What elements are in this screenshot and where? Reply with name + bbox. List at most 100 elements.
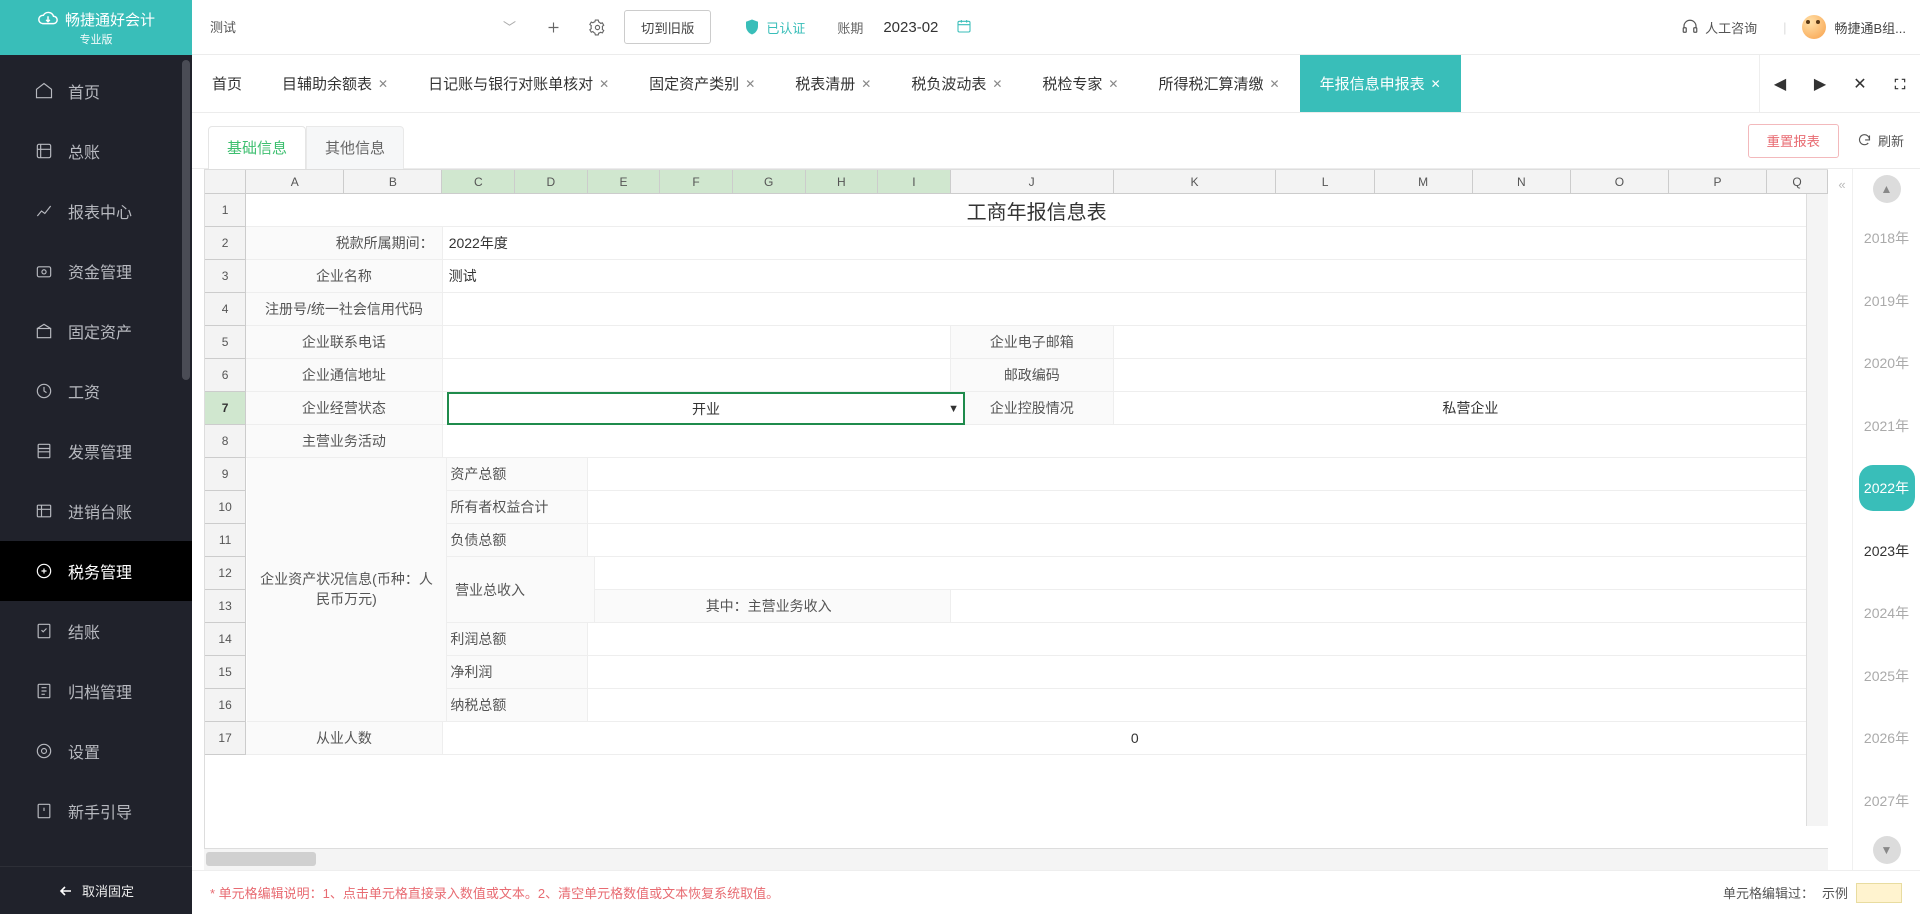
year-prev-button[interactable]: ▲ — [1873, 175, 1901, 203]
row-header-15[interactable]: 15 — [205, 656, 246, 689]
row-header-10[interactable]: 10 — [205, 491, 246, 524]
year-2018年[interactable]: 2018年 — [1859, 215, 1915, 261]
sidebar-item-2[interactable]: 报表中心 — [0, 181, 192, 241]
sidebar-scrollbar[interactable] — [182, 60, 190, 864]
row-header-4[interactable]: 4 — [205, 293, 246, 326]
year-2024年[interactable]: 2024年 — [1859, 590, 1915, 636]
tab-6[interactable]: 所得税汇算清缴✕ — [1138, 55, 1299, 112]
reset-button[interactable]: 重置报表 — [1748, 124, 1839, 158]
cell[interactable]: 注册号/统一社会信用代码 — [246, 293, 442, 326]
year-2023年[interactable]: 2023年 — [1859, 528, 1915, 574]
close-icon[interactable]: ✕ — [745, 77, 755, 91]
year-next-button[interactable]: ▼ — [1873, 836, 1901, 864]
spreadsheet[interactable]: ABCDEFGHIJKLMNOPQ1工商年报信息表2税款所属期间：2022年度3… — [192, 169, 1832, 870]
sidebar-item-1[interactable]: 总账 — [0, 121, 192, 181]
col-header-M[interactable]: M — [1375, 170, 1473, 193]
col-header-E[interactable]: E — [588, 170, 661, 193]
settings-button[interactable] — [580, 10, 614, 44]
calendar-icon[interactable] — [956, 18, 972, 37]
refresh-button[interactable]: 刷新 — [1857, 131, 1904, 150]
row-header-7[interactable]: 7 — [205, 392, 246, 425]
cell[interactable]: 2022年度 — [443, 227, 1828, 260]
close-icon[interactable]: ✕ — [1270, 77, 1280, 91]
row-header-16[interactable]: 16 — [205, 689, 246, 722]
year-2022年[interactable]: 2022年 — [1859, 465, 1915, 511]
row-header-14[interactable]: 14 — [205, 623, 246, 656]
sidebar-item-12[interactable]: 新手引导 — [0, 781, 192, 841]
add-button[interactable] — [536, 10, 570, 44]
row-header-1[interactable]: 1 — [205, 194, 246, 227]
row-header-17[interactable]: 17 — [205, 722, 246, 755]
cell[interactable] — [588, 524, 1828, 557]
tab-5[interactable]: 税检专家✕ — [1022, 55, 1138, 112]
cell[interactable]: 企业通信地址 — [246, 359, 442, 392]
cell[interactable]: 企业联系电话 — [246, 326, 442, 359]
tab-close-button[interactable]: ✕ — [1840, 55, 1880, 112]
cell[interactable]: 企业控股情况 — [951, 392, 1114, 425]
col-header-B[interactable]: B — [344, 170, 442, 193]
sidebar-item-9[interactable]: 结账 — [0, 601, 192, 661]
close-icon[interactable]: ✕ — [599, 77, 609, 91]
cell[interactable] — [1114, 326, 1828, 359]
user-menu[interactable]: 畅捷通B组... — [1802, 15, 1906, 39]
tab-2[interactable]: 固定资产类别✕ — [629, 55, 775, 112]
sidebar-item-0[interactable]: 首页 — [0, 61, 192, 121]
sidebar-item-10[interactable]: 归档管理 — [0, 661, 192, 721]
cell[interactable] — [443, 326, 951, 359]
cell[interactable] — [443, 425, 1828, 458]
cell[interactable] — [588, 491, 1828, 524]
cell[interactable] — [588, 656, 1828, 689]
cell[interactable] — [588, 557, 1828, 590]
row-header-2[interactable]: 2 — [205, 227, 246, 260]
row-header-5[interactable]: 5 — [205, 326, 246, 359]
year-2021年[interactable]: 2021年 — [1859, 403, 1915, 449]
sidebar-item-3[interactable]: 资金管理 — [0, 241, 192, 301]
period-value[interactable]: 2023-02 — [883, 19, 938, 36]
cell[interactable]: 0 — [443, 722, 1828, 755]
sidebar-item-5[interactable]: 工资 — [0, 361, 192, 421]
cell[interactable] — [588, 689, 1828, 722]
year-2027年[interactable]: 2027年 — [1859, 778, 1915, 824]
select-all-cell[interactable] — [205, 170, 246, 193]
col-header-H[interactable]: H — [806, 170, 879, 193]
col-header-D[interactable]: D — [515, 170, 588, 193]
cell[interactable]: 邮政编码 — [951, 359, 1114, 392]
year-2019年[interactable]: 2019年 — [1859, 278, 1915, 324]
cell[interactable]: 企业名称 — [246, 260, 442, 293]
sidebar-pin-button[interactable]: 取消固定 — [0, 866, 192, 914]
col-header-C[interactable]: C — [442, 170, 515, 193]
col-header-J[interactable]: J — [951, 170, 1114, 193]
row-header-6[interactable]: 6 — [205, 359, 246, 392]
company-selector[interactable]: 测试 ﹀ — [206, 9, 526, 45]
row-header-8[interactable]: 8 — [205, 425, 246, 458]
tab-home[interactable]: 首页 — [192, 55, 262, 112]
consult-button[interactable]: 人工咨询 — [1681, 18, 1757, 37]
col-header-L[interactable]: L — [1276, 170, 1374, 193]
cell[interactable]: 测试 — [443, 260, 1828, 293]
cell[interactable] — [443, 293, 1828, 326]
row-header-3[interactable]: 3 — [205, 260, 246, 293]
row-header-11[interactable]: 11 — [205, 524, 246, 557]
cell[interactable]: 负债总额 — [442, 524, 587, 557]
year-2020年[interactable]: 2020年 — [1859, 340, 1915, 386]
col-header-P[interactable]: P — [1669, 170, 1767, 193]
cell[interactable]: 企业经营状态 — [246, 392, 442, 425]
tab-4[interactable]: 税负波动表✕ — [891, 55, 1022, 112]
cell[interactable]: 其中：主营业务收入 — [588, 590, 951, 623]
close-icon[interactable]: ✕ — [861, 77, 871, 91]
tab-0[interactable]: 目辅助余额表✕ — [262, 55, 408, 112]
cell[interactable]: 私营企业 — [1114, 392, 1828, 425]
cell[interactable]: 企业电子邮箱 — [951, 326, 1114, 359]
sidebar-item-7[interactable]: 进销台账 — [0, 481, 192, 541]
year-2026年[interactable]: 2026年 — [1859, 715, 1915, 761]
close-icon[interactable]: ✕ — [378, 77, 388, 91]
cell[interactable]: 税款所属期间： — [246, 227, 442, 260]
col-header-K[interactable]: K — [1114, 170, 1277, 193]
tab-3[interactable]: 税表清册✕ — [775, 55, 891, 112]
row-header-13[interactable]: 13 — [205, 590, 246, 623]
cell[interactable] — [443, 359, 951, 392]
year-rail-collapse[interactable]: « — [1832, 169, 1852, 870]
tab-prev-button[interactable]: ◀ — [1760, 55, 1800, 112]
subtab-other[interactable]: 其他信息 — [306, 126, 404, 170]
old-version-button[interactable]: 切到旧版 — [624, 10, 711, 44]
